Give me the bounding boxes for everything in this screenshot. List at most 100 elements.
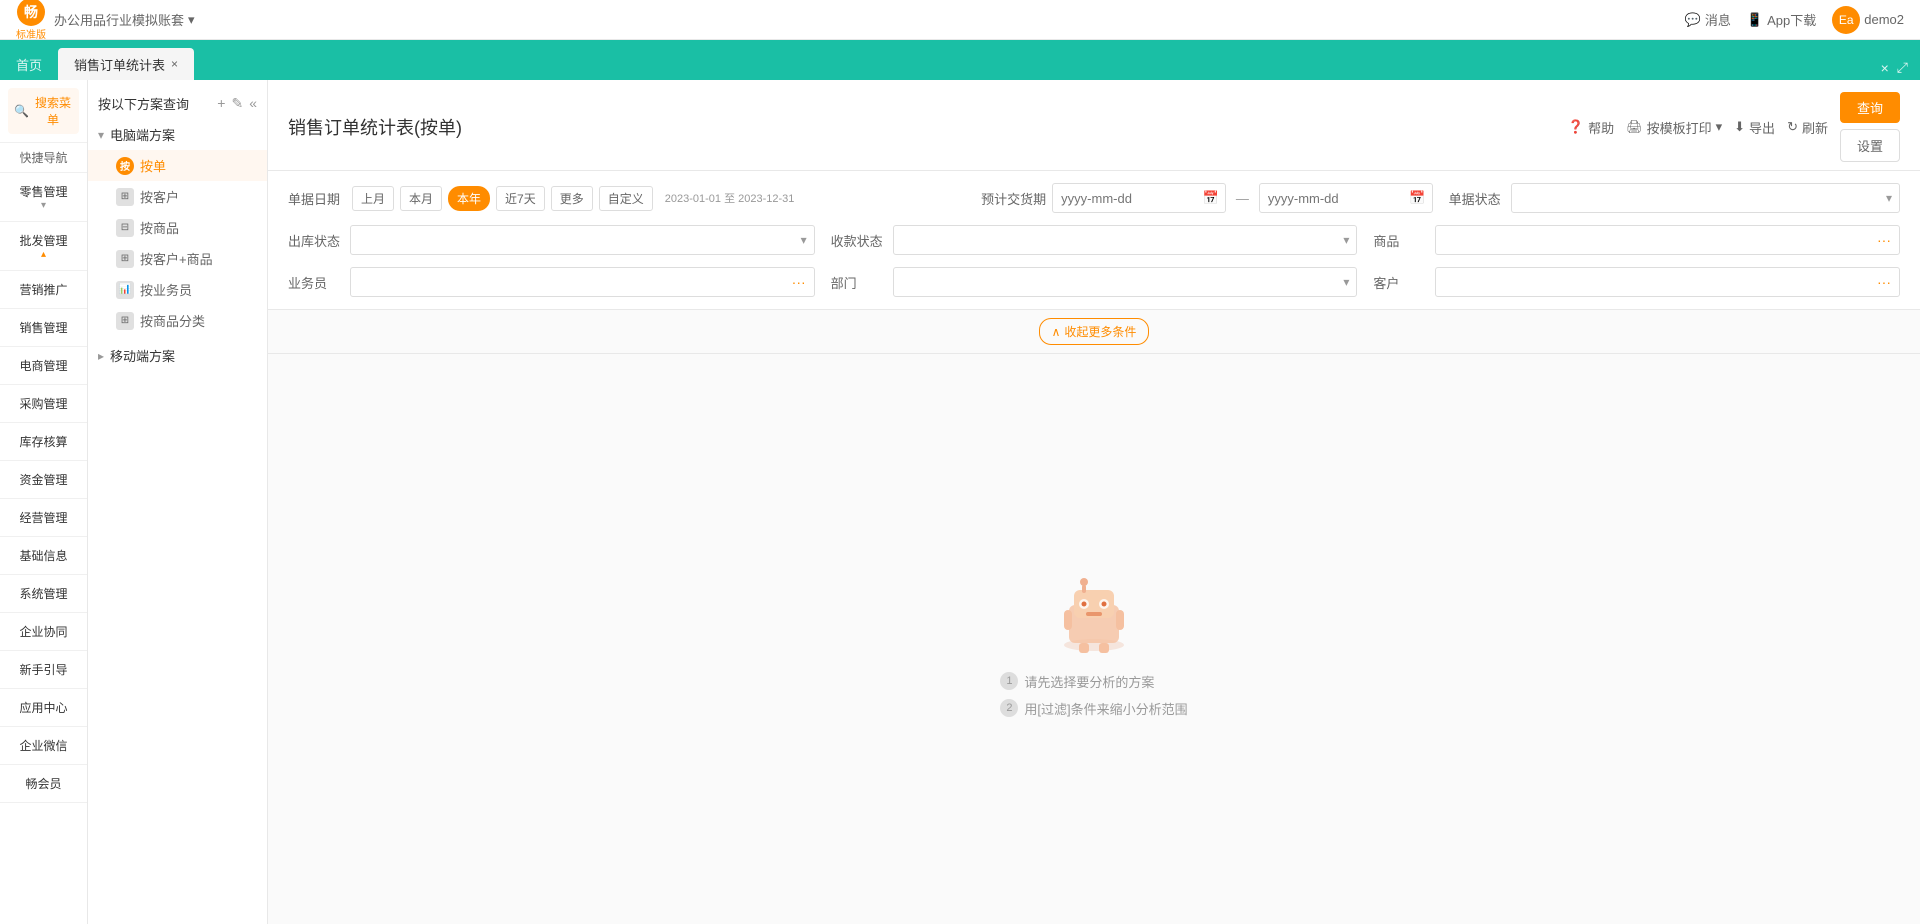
plan-icon-by-customer: ⊞ xyxy=(116,188,134,206)
empty-state: 1 请先选择要分析的方案 2 用[过滤]条件来缩小分析范围 xyxy=(1000,560,1187,718)
plan-icon-by-order: 按 xyxy=(116,157,134,175)
plan-item-by-order[interactable]: 按 按单 xyxy=(88,150,267,181)
search-icon: 🔍 xyxy=(14,104,29,118)
sidebar-item-appstore[interactable]: 应用中心 xyxy=(0,689,87,727)
salesperson-more-button[interactable]: ··· xyxy=(792,274,806,290)
empty-hint-2: 2 用[过滤]条件来缩小分析范围 xyxy=(1000,699,1187,718)
plan-item-by-goods[interactable]: ⊟ 按商品 xyxy=(88,212,267,243)
sidebar-item-label-appstore: 应用中心 xyxy=(19,699,67,716)
expected-date-to-field[interactable] xyxy=(1260,191,1404,206)
sidebar-item-marketing[interactable]: 营销推广 xyxy=(0,271,87,309)
order-status-label: 单据状态 xyxy=(1449,189,1505,208)
sidebar-item-label-retail: 零售管理 xyxy=(19,183,67,200)
print-button[interactable]: 🖨 按模板打印 ▾ xyxy=(1626,118,1722,137)
collapse-label: 收起更多条件 xyxy=(1064,323,1136,340)
goods-more-button[interactable]: ··· xyxy=(1877,232,1891,248)
calendar-to-icon: 📅 xyxy=(1403,190,1431,206)
plan-icon-by-customer-goods: ⊞ xyxy=(116,250,134,268)
sidebar-item-label-sales: 销售管理 xyxy=(19,319,67,336)
query-button[interactable]: 查询 xyxy=(1840,92,1900,123)
sidebar-search-area: 🔍 搜索菜单 xyxy=(0,80,87,143)
plan-item-by-category[interactable]: ⊞ 按商品分类 xyxy=(88,305,267,336)
help-button[interactable]: ❓ 帮助 xyxy=(1568,118,1614,137)
date-btn-7days[interactable]: 近7天 xyxy=(496,186,545,211)
sidebar-item-ecommerce[interactable]: 电商管理 xyxy=(0,347,87,385)
search-menu-label: 搜索菜单 xyxy=(33,94,73,128)
window-max-icon[interactable]: ⤢ xyxy=(1897,59,1908,76)
tab-close-icon[interactable]: × xyxy=(171,57,178,71)
date-separator: — xyxy=(1232,191,1253,206)
print-icon: 🖨 xyxy=(1626,119,1643,135)
message-button[interactable]: 💬 消息 xyxy=(1685,10,1731,29)
collapse-panel-button[interactable]: « xyxy=(249,95,257,112)
sidebar-item-label-wechat: 企业微信 xyxy=(19,737,67,754)
payment-status-select[interactable] xyxy=(893,225,1358,255)
ship-status-select[interactable] xyxy=(350,225,815,255)
pc-plan-group: ▾ 电脑端方案 按 按单 ⊞ 按客户 ⊟ 按商品 ⊞ 按客户+商品 xyxy=(88,119,267,336)
sidebar-item-label-inventory: 库存核算 xyxy=(19,433,67,450)
print-label: 按模板打印 xyxy=(1647,118,1712,137)
export-button[interactable]: ⬇ 导出 xyxy=(1734,118,1775,137)
sidebar-item-operations[interactable]: 经营管理 xyxy=(0,499,87,537)
sidebar-item-inventory[interactable]: 库存核算 xyxy=(0,423,87,461)
top-bar-right: 💬 消息 📱 App下载 Ea demo2 xyxy=(1685,6,1904,34)
salesperson-label: 业务员 xyxy=(288,273,344,292)
main-content: 销售订单统计表(按单) ❓ 帮助 🖨 按模板打印 ▾ ⬇ 导出 xyxy=(268,80,1920,924)
top-bar: 畅 标准版 办公用品行业模拟账套 ▾ 💬 消息 📱 App下载 Ea demo2 xyxy=(0,0,1920,40)
date-btn-custom[interactable]: 自定义 xyxy=(599,186,653,211)
sidebar-item-finance[interactable]: 资金管理 xyxy=(0,461,87,499)
hint-2-text: 用[过滤]条件来缩小分析范围 xyxy=(1024,699,1187,718)
date-btn-last-month[interactable]: 上月 xyxy=(352,186,394,211)
hint-2-num: 2 xyxy=(1000,699,1018,717)
sidebar-item-retail[interactable]: 零售管理 ▾ xyxy=(0,173,87,222)
date-btn-this-month[interactable]: 本月 xyxy=(400,186,442,211)
sidebar-item-system[interactable]: 系统管理 xyxy=(0,575,87,613)
sidebar-item-member[interactable]: 畅会员 xyxy=(0,765,87,803)
export-label: 导出 xyxy=(1749,118,1775,137)
search-menu-button[interactable]: 🔍 搜索菜单 xyxy=(8,88,79,134)
app-download-button[interactable]: 📱 App下载 xyxy=(1747,10,1816,29)
department-select[interactable] xyxy=(893,267,1358,297)
date-btn-this-year[interactable]: 本年 xyxy=(448,186,490,211)
ship-status-select-wrapper xyxy=(350,225,815,255)
customer-more-button[interactable]: ··· xyxy=(1877,274,1891,290)
collapse-conditions-button[interactable]: ∧ 收起更多条件 xyxy=(1039,318,1150,345)
payment-status-select-wrapper xyxy=(893,225,1358,255)
collapse-arrow-icon: ∧ xyxy=(1052,325,1061,339)
window-close-icon[interactable]: × xyxy=(1881,60,1889,76)
order-status-select[interactable] xyxy=(1511,183,1900,213)
top-bar-left: 畅 标准版 办公用品行业模拟账套 ▾ xyxy=(16,0,195,41)
app-download-label: App下载 xyxy=(1767,10,1816,29)
setting-button[interactable]: 设置 xyxy=(1840,129,1900,162)
pc-plan-group-header[interactable]: ▾ 电脑端方案 xyxy=(88,119,267,150)
plan-item-by-customer-goods[interactable]: ⊞ 按客户+商品 xyxy=(88,243,267,274)
user-name: demo2 xyxy=(1864,12,1904,27)
sidebar-item-wholesale[interactable]: 批发管理 ▴ xyxy=(0,222,87,271)
mobile-plan-group-header[interactable]: ▸ 移动端方案 xyxy=(88,340,267,371)
expected-date-to-input[interactable]: 📅 xyxy=(1259,183,1433,213)
logo-text: 标准版 xyxy=(16,26,46,41)
department-label: 部门 xyxy=(831,273,887,292)
date-btn-more[interactable]: 更多 xyxy=(551,186,593,211)
user-profile[interactable]: Ea demo2 xyxy=(1832,6,1904,34)
sidebar-item-basic[interactable]: 基础信息 xyxy=(0,537,87,575)
sidebar: 🔍 搜索菜单 快捷导航 零售管理 ▾ 批发管理 ▴ 营销推广 销售管理 电商管理… xyxy=(0,80,88,924)
sidebar-shortcut[interactable]: 快捷导航 xyxy=(0,143,87,173)
refresh-button[interactable]: ↻ 刷新 xyxy=(1787,118,1828,137)
chevron-up-icon-wholesale: ▴ xyxy=(41,249,46,260)
logo-area: 畅 标准版 xyxy=(16,0,46,41)
plan-item-by-salesperson[interactable]: 📊 按业务员 xyxy=(88,274,267,305)
sidebar-item-newbie[interactable]: 新手引导 xyxy=(0,651,87,689)
tab-home[interactable]: 首页 xyxy=(0,48,58,80)
plan-item-by-customer[interactable]: ⊞ 按客户 xyxy=(88,181,267,212)
tab-sales-order[interactable]: 销售订单统计表 × xyxy=(58,48,194,80)
department-select-wrapper xyxy=(893,267,1358,297)
sidebar-item-cooperation[interactable]: 企业协同 xyxy=(0,613,87,651)
sidebar-item-wechat[interactable]: 企业微信 xyxy=(0,727,87,765)
sidebar-item-sales[interactable]: 销售管理 xyxy=(0,309,87,347)
sidebar-item-purchase[interactable]: 采购管理 xyxy=(0,385,87,423)
expected-date-from-field[interactable] xyxy=(1053,191,1197,206)
add-plan-button[interactable]: + xyxy=(217,95,225,112)
workspace-selector[interactable]: 办公用品行业模拟账套 ▾ xyxy=(54,10,195,29)
expected-date-from-input[interactable]: 📅 xyxy=(1052,183,1226,213)
